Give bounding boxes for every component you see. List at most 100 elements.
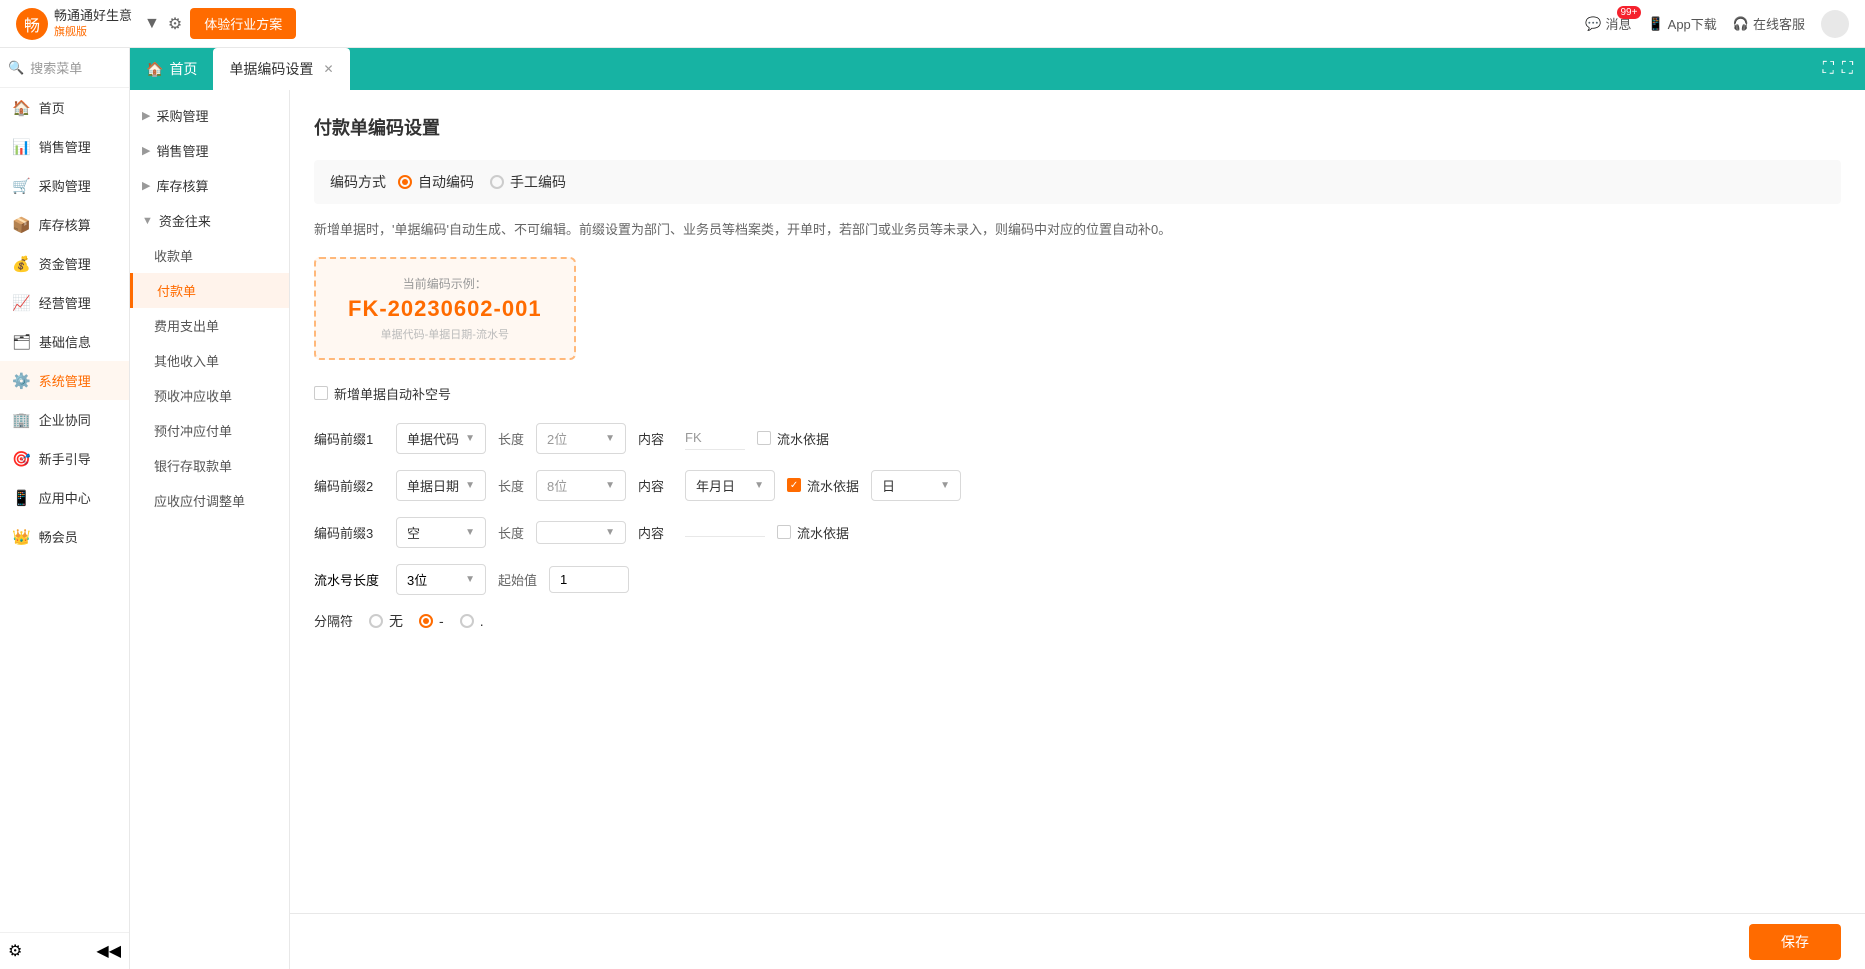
service-btn[interactable]: 🎧 在线客服: [1733, 14, 1805, 33]
sidebar-item-operations[interactable]: 📈 经营管理: [0, 283, 129, 322]
sub-group-finance-title[interactable]: ▼ 资金往来: [130, 203, 289, 238]
industry-btn[interactable]: 体验行业方案: [190, 8, 296, 39]
manual-encoding-radio[interactable]: [490, 175, 504, 189]
auto-fill-checkbox[interactable]: [314, 386, 328, 400]
app-download-btn[interactable]: 📱 App下载: [1647, 14, 1716, 33]
app-label: App下载: [1668, 14, 1717, 33]
prefix2-length-select[interactable]: 8位 ▼: [536, 470, 626, 501]
sub-item-advance-receipt[interactable]: 预收冲应收单: [130, 378, 289, 413]
separator-label: 分隔符: [314, 611, 353, 630]
manual-encoding-option[interactable]: 手工编码: [490, 172, 566, 192]
sidebar-item-label: 首页: [39, 98, 65, 117]
prefix2-stream-chk[interactable]: ✓: [787, 478, 801, 492]
serial-length-select[interactable]: 3位 ▼: [396, 564, 486, 595]
tab-expand-icon[interactable]: ⛶: [1823, 60, 1834, 78]
separator-dash-label: -: [439, 613, 444, 629]
prefix2-select[interactable]: 单据日期 ▼: [396, 470, 486, 501]
collapse-icon[interactable]: ◀◀: [96, 941, 121, 961]
sub-item-receipt[interactable]: 收款单: [130, 238, 289, 273]
save-button[interactable]: 保存: [1749, 924, 1841, 960]
prefix2-content-select[interactable]: 年月日 ▼: [685, 470, 775, 501]
separator-none-option[interactable]: 无: [369, 611, 403, 631]
sidebar-item-finance[interactable]: 💰 资金管理: [0, 244, 129, 283]
prefix2-stream-checkbox[interactable]: ✓ 流水依据: [787, 476, 859, 495]
headset-icon: 🎧: [1733, 16, 1749, 32]
sub-item-payment[interactable]: 付款单: [130, 273, 289, 308]
auto-encoding-radio[interactable]: [398, 175, 412, 189]
prefix3-stream-chk[interactable]: [777, 525, 791, 539]
sidebar-item-newguide[interactable]: 🎯 新手引导: [0, 439, 129, 478]
sub-group-label: 资金往来: [159, 211, 211, 230]
page-footer: 保存: [290, 913, 1865, 969]
sub-group-inventory-title[interactable]: ▶ 库存核算: [130, 168, 289, 203]
prefix3-stream-checkbox[interactable]: 流水依据: [777, 523, 849, 542]
sub-group-label: 采购管理: [156, 106, 208, 125]
prefix1-content-value: FK: [685, 426, 745, 450]
radio-group: 自动编码 手工编码: [398, 172, 566, 192]
separator-none-radio[interactable]: [369, 614, 383, 628]
message-btn[interactable]: 💬 消息 99+: [1585, 14, 1631, 33]
start-label: 起始值: [498, 570, 537, 589]
user-avatar[interactable]: [1821, 10, 1849, 38]
logo: 畅 畅通通好生意 旗舰版: [16, 8, 132, 40]
message-icon: 💬: [1585, 16, 1601, 32]
notice-text: 新增单据时，'单据编码'自动生成、不可编辑。前缀设置为部门、业务员等档案类，开单…: [314, 220, 1841, 241]
prefix3-label: 编码前缀3: [314, 523, 384, 542]
sub-group-sales-title[interactable]: ▶ 销售管理: [130, 133, 289, 168]
sidebar-search[interactable]: 🔍 搜索菜单: [0, 48, 129, 88]
sidebar-item-system[interactable]: ⚙️ 系统管理: [0, 361, 129, 400]
basic-icon: 🗂: [12, 333, 31, 351]
separator-dot-radio[interactable]: [460, 614, 474, 628]
auto-fill-label: 新增单据自动补空号: [334, 384, 451, 403]
nav-dropdown-arrow[interactable]: ▼: [144, 15, 160, 33]
prefix1-select[interactable]: 单据代码 ▼: [396, 423, 486, 454]
prefix3-length-select[interactable]: ▼: [536, 521, 626, 544]
separator-dash-option[interactable]: -: [419, 613, 444, 629]
prefix1-stream-chk[interactable]: [757, 431, 771, 445]
sidebar-item-label: 系统管理: [39, 371, 91, 390]
topbar-left: 畅 畅通通好生意 旗舰版 ▼ ⚙ 体验行业方案: [16, 8, 296, 40]
auto-fill-row[interactable]: 新增单据自动补空号: [314, 384, 1841, 403]
separator-dash-radio[interactable]: [419, 614, 433, 628]
prefix2-arrow-icon: ▼: [465, 480, 475, 491]
tab-home[interactable]: 🏠 首页: [130, 48, 213, 90]
sidebar-item-basic[interactable]: 🗂 基础信息: [0, 322, 129, 361]
separator-dot-label: .: [480, 613, 484, 629]
topbar-right: 💬 消息 99+ 📱 App下载 🎧 在线客服: [1585, 10, 1849, 38]
sub-item-adjust[interactable]: 应收应付调整单: [130, 483, 289, 518]
sidebar-item-appcenter[interactable]: 📱 应用中心: [0, 478, 129, 517]
auto-encoding-option[interactable]: 自动编码: [398, 172, 474, 192]
start-value-input[interactable]: [549, 566, 629, 593]
prefix2-value: 单据日期: [407, 476, 459, 495]
settings-icon[interactable]: ⚙: [168, 14, 182, 34]
prefix2-label: 编码前缀2: [314, 476, 384, 495]
prefix2-period-arrow-icon: ▼: [940, 480, 950, 491]
sub-item-bank-deposit[interactable]: 银行存取款单: [130, 448, 289, 483]
chevron-right-icon: ▶: [142, 109, 150, 122]
purchase-icon: 🛒: [12, 177, 31, 195]
sidebar-item-member[interactable]: 👑 畅会员: [0, 517, 129, 556]
sub-item-advance-payment[interactable]: 预付冲应付单: [130, 413, 289, 448]
prefix2-period-select[interactable]: 日 ▼: [871, 470, 961, 501]
prefix1-stream-checkbox[interactable]: 流水依据: [757, 429, 829, 448]
tab-encoding[interactable]: 单据编码设置 ✕: [213, 48, 349, 90]
sub-item-other-income[interactable]: 其他收入单: [130, 343, 289, 378]
prefix3-select[interactable]: 空 ▼: [396, 517, 486, 548]
tab-close-icon[interactable]: ✕: [323, 62, 333, 76]
sidebar-item-inventory[interactable]: 📦 库存核算: [0, 205, 129, 244]
prefix1-length-select[interactable]: 2位 ▼: [536, 423, 626, 454]
sidebar-item-sales[interactable]: 📊 销售管理: [0, 127, 129, 166]
sidebar-item-enterprise[interactable]: 🏢 企业协同: [0, 400, 129, 439]
prefix3-stream-label: 流水依据: [797, 523, 849, 542]
settings-bottom-icon[interactable]: ⚙: [8, 941, 22, 961]
main-page: 付款单编码设置 编码方式 自动编码 手工编码: [290, 90, 1865, 969]
serial-row: 流水号长度 3位 ▼ 起始值: [314, 564, 1841, 595]
sidebar-item-purchase[interactable]: 🛒 采购管理: [0, 166, 129, 205]
sub-item-expense[interactable]: 费用支出单: [130, 308, 289, 343]
separator-dot-option[interactable]: .: [460, 613, 484, 629]
sidebar-item-label: 库存核算: [39, 215, 91, 234]
sub-group-purchase-title[interactable]: ▶ 采购管理: [130, 98, 289, 133]
sidebar-item-label: 销售管理: [39, 137, 91, 156]
tab-fullscreen-icon[interactable]: ⛶: [1842, 60, 1853, 78]
sidebar-item-home[interactable]: 🏠 首页: [0, 88, 129, 127]
